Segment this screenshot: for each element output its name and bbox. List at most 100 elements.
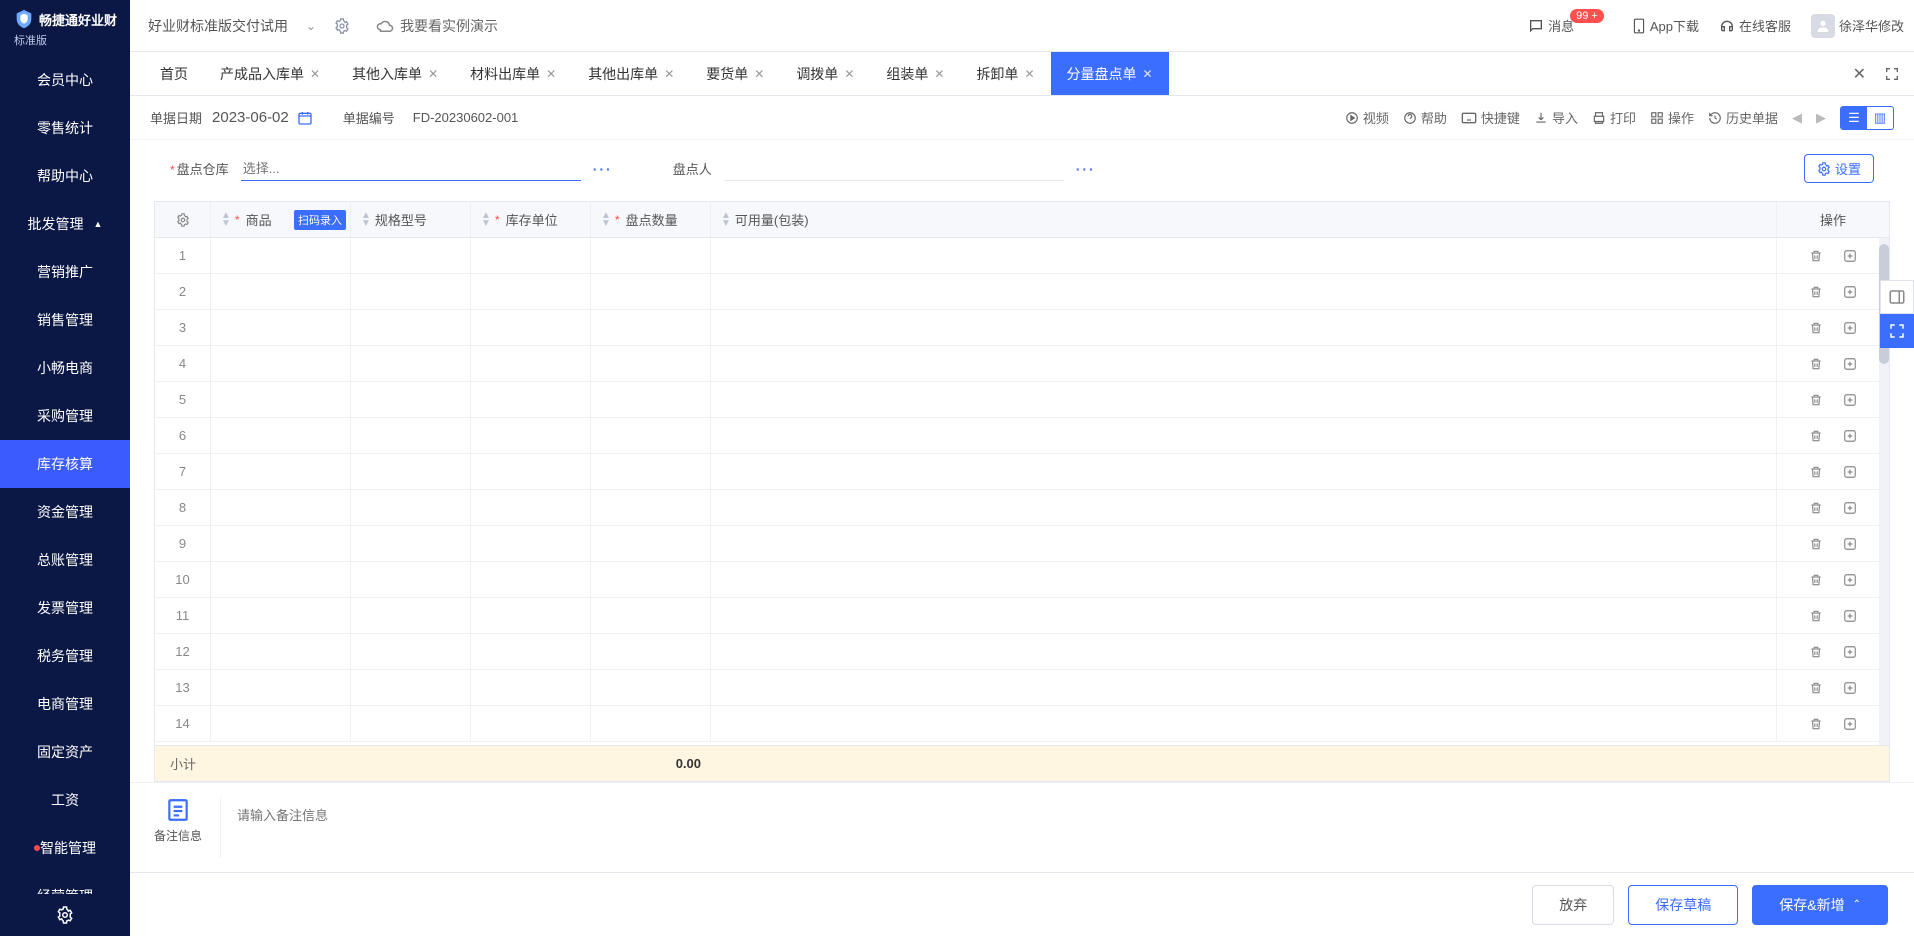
add-icon[interactable] [1843,321,1857,335]
cell-avail[interactable] [711,382,1777,417]
sidebar-item[interactable]: 销售管理 [0,296,130,344]
sidebar-item[interactable]: 采购管理 [0,392,130,440]
doc-tab[interactable]: 拆卸单✕ [960,52,1050,95]
add-icon[interactable] [1843,609,1857,623]
cell-qty[interactable] [591,706,711,741]
cell-qty[interactable] [591,274,711,309]
close-icon[interactable]: ✕ [844,67,854,81]
doc-tab[interactable]: 其他出库单✕ [572,52,690,95]
cell-spec[interactable] [351,346,471,381]
delete-icon[interactable] [1809,681,1823,695]
delete-icon[interactable] [1809,609,1823,623]
cell-unit[interactable] [471,274,591,309]
cell-qty[interactable] [591,526,711,561]
cell-product[interactable] [211,238,351,273]
scan-input-button[interactable]: 扫码录入 [294,210,346,230]
add-icon[interactable] [1843,429,1857,443]
view-card-icon[interactable]: ▥ [1867,107,1893,129]
cell-qty[interactable] [591,634,711,669]
sidebar-item[interactable]: 发票管理 [0,584,130,632]
demo-link[interactable]: 我要看实例演示 [376,16,498,36]
add-icon[interactable] [1843,645,1857,659]
cell-qty[interactable] [591,310,711,345]
table-row[interactable]: 14 [155,706,1889,742]
table-row[interactable]: 12 [155,634,1889,670]
cell-qty[interactable] [591,382,711,417]
cell-product[interactable] [211,598,351,633]
sidebar-item[interactable]: 库存核算 [0,440,130,488]
sidebar-item[interactable]: 营销推广 [0,248,130,296]
cell-unit[interactable] [471,382,591,417]
cell-avail[interactable] [711,634,1777,669]
close-icon[interactable]: ✕ [1143,67,1153,81]
cell-avail[interactable] [711,598,1777,633]
cell-spec[interactable] [351,310,471,345]
doc-tab[interactable]: 组装单✕ [870,52,960,95]
cell-spec[interactable] [351,238,471,273]
cell-avail[interactable] [711,562,1777,597]
table-row[interactable]: 1 [155,238,1889,274]
prev-doc[interactable]: ◀ [1792,110,1802,126]
table-row[interactable]: 7 [155,454,1889,490]
doc-tab[interactable]: 材料出库单✕ [454,52,572,95]
table-row[interactable]: 10 [155,562,1889,598]
messages-button[interactable]: 消息 99 + [1528,16,1612,35]
cell-qty[interactable] [591,346,711,381]
add-icon[interactable] [1843,681,1857,695]
delete-icon[interactable] [1809,717,1823,731]
cell-unit[interactable] [471,454,591,489]
view-toggle[interactable]: ☰ ▥ [1840,106,1894,130]
sidebar-item[interactable]: 小畅电商 [0,344,130,392]
sidebar-item[interactable]: 总账管理 [0,536,130,584]
add-icon[interactable] [1843,501,1857,515]
table-row[interactable]: 9 [155,526,1889,562]
table-row[interactable]: 6 [155,418,1889,454]
customer-service-button[interactable]: 在线客服 [1719,16,1791,35]
cell-unit[interactable] [471,634,591,669]
history-button[interactable]: 历史单据 [1708,108,1778,127]
cell-qty[interactable] [591,238,711,273]
close-icon[interactable]: ✕ [664,67,674,81]
table-row[interactable]: 11 [155,598,1889,634]
cell-unit[interactable] [471,706,591,741]
save-new-button[interactable]: 保存&新增 ⌃ [1752,885,1888,925]
help-button[interactable]: 帮助 [1403,108,1447,127]
cell-product[interactable] [211,418,351,453]
sidebar-item[interactable]: 智能管理 [0,824,130,872]
cell-avail[interactable] [711,454,1777,489]
delete-icon[interactable] [1809,393,1823,407]
cell-qty[interactable] [591,670,711,705]
doc-tab[interactable]: 产成品入库单✕ [204,52,336,95]
ops-button[interactable]: 操作 [1650,108,1694,127]
cell-spec[interactable] [351,526,471,561]
delete-icon[interactable] [1809,321,1823,335]
delete-icon[interactable] [1809,285,1823,299]
sidebar-item[interactable]: 帮助中心 [0,152,130,200]
cell-product[interactable] [211,274,351,309]
cell-unit[interactable] [471,598,591,633]
delete-icon[interactable] [1809,465,1823,479]
sidebar-item[interactable]: 税务管理 [0,632,130,680]
cell-spec[interactable] [351,670,471,705]
import-button[interactable]: 导入 [1534,108,1578,127]
sidebar-settings[interactable] [0,894,130,936]
doc-tab[interactable]: 要货单✕ [690,52,780,95]
sidebar-item[interactable]: 固定资产 [0,728,130,776]
add-icon[interactable] [1843,717,1857,731]
cell-qty[interactable] [591,562,711,597]
cell-spec[interactable] [351,454,471,489]
add-icon[interactable] [1843,573,1857,587]
add-icon[interactable] [1843,465,1857,479]
cell-unit[interactable] [471,346,591,381]
col-spec[interactable]: ▲▼规格型号 [351,202,471,237]
cell-spec[interactable] [351,490,471,525]
table-row[interactable]: 8 [155,490,1889,526]
cell-product[interactable] [211,670,351,705]
cell-unit[interactable] [471,310,591,345]
cell-qty[interactable] [591,598,711,633]
close-icon[interactable]: ✕ [1024,67,1034,81]
cell-spec[interactable] [351,382,471,417]
person-input[interactable] [724,157,1064,181]
delete-icon[interactable] [1809,573,1823,587]
close-all-tabs[interactable]: ✕ [1853,64,1866,84]
